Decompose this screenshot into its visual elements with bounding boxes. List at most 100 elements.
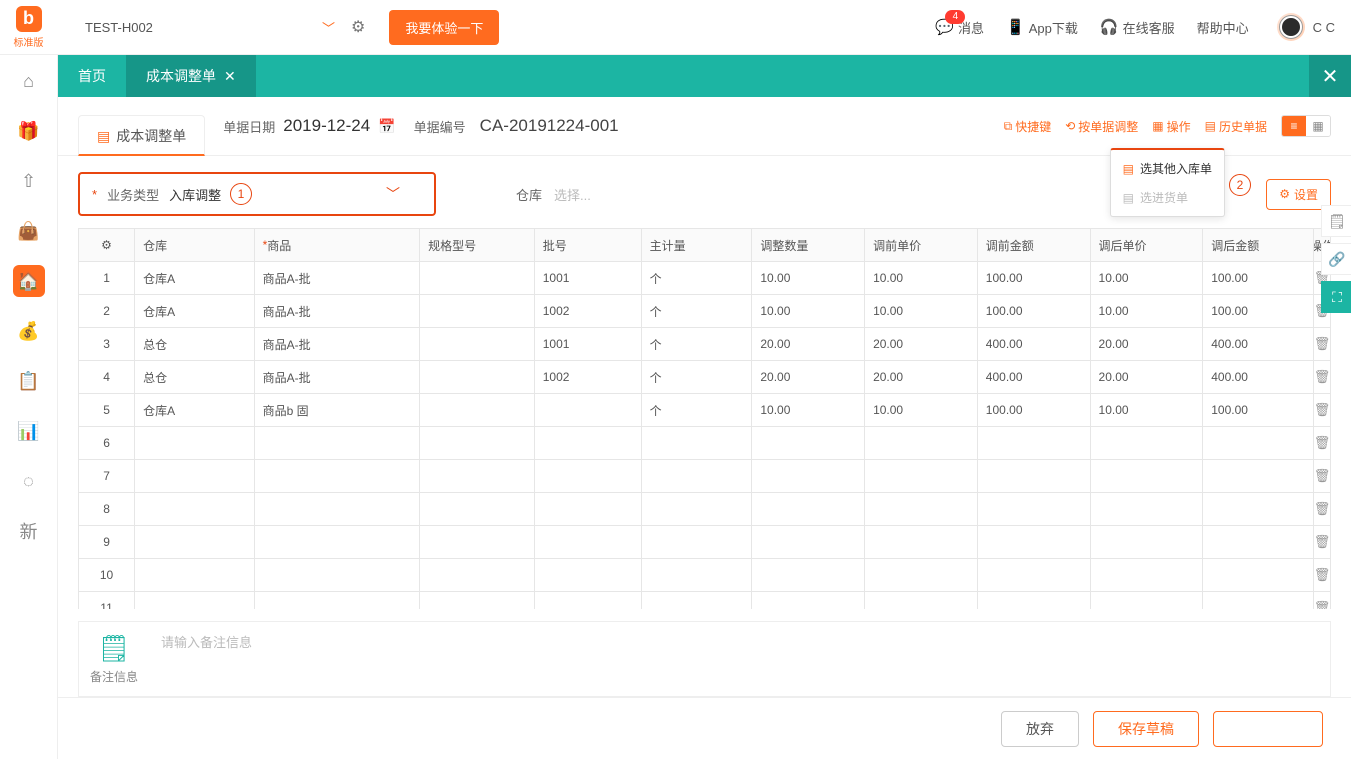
cell-spec[interactable] bbox=[420, 559, 535, 591]
cell-batch[interactable]: 1001 bbox=[535, 262, 642, 294]
cell-spec[interactable] bbox=[420, 361, 535, 393]
cell-post-up[interactable] bbox=[1091, 526, 1204, 558]
cell-warehouse[interactable]: 仓库A bbox=[135, 394, 255, 426]
cell-spec[interactable] bbox=[420, 460, 535, 492]
view-toggle[interactable]: ≡ ▦ bbox=[1281, 115, 1331, 137]
tab-cost-adjust[interactable]: 成本调整单 ✕ bbox=[126, 55, 256, 97]
cell-product[interactable] bbox=[255, 493, 420, 525]
cell-batch[interactable] bbox=[535, 592, 642, 609]
cell-spec[interactable] bbox=[420, 295, 535, 327]
warehouse-select[interactable]: 仓库 选择... bbox=[516, 185, 591, 204]
cell-adj-qty[interactable]: 10.00 bbox=[752, 262, 865, 294]
cell-post-amt[interactable]: 400.00 bbox=[1203, 328, 1314, 360]
cell-spec[interactable] bbox=[420, 262, 535, 294]
cell-batch[interactable] bbox=[535, 493, 642, 525]
cell-unit[interactable] bbox=[642, 592, 753, 609]
document-tab[interactable]: ▤ 成本调整单 bbox=[78, 115, 205, 156]
cell-spec[interactable] bbox=[420, 427, 535, 459]
nav-clipboard-icon[interactable]: 📋 bbox=[13, 365, 45, 397]
cell-spec[interactable] bbox=[420, 493, 535, 525]
cell-adj-qty[interactable] bbox=[752, 559, 865, 591]
cell-post-up[interactable] bbox=[1091, 592, 1204, 609]
cell-warehouse[interactable] bbox=[135, 493, 255, 525]
trash-icon[interactable]: 🗑 bbox=[1314, 402, 1330, 418]
trash-icon[interactable]: 🗑 bbox=[1314, 369, 1330, 385]
cell-pre-amt[interactable]: 100.00 bbox=[978, 394, 1091, 426]
business-type-select[interactable]: * 业务类型 入库调整 1 ﹀ bbox=[78, 172, 436, 216]
cell-pre-amt[interactable]: 400.00 bbox=[978, 361, 1091, 393]
cell-product[interactable]: 商品A-批 bbox=[255, 262, 420, 294]
messages-link[interactable]: 💬 消息 4 bbox=[935, 18, 984, 37]
cell-pre-amt[interactable] bbox=[978, 427, 1091, 459]
cell-unit[interactable]: 个 bbox=[642, 361, 753, 393]
cell-batch[interactable]: 1001 bbox=[535, 328, 642, 360]
cell-unit[interactable]: 个 bbox=[642, 394, 753, 426]
cell-unit[interactable] bbox=[642, 427, 753, 459]
cell-spec[interactable] bbox=[420, 526, 535, 558]
cell-pre-up[interactable]: 10.00 bbox=[865, 394, 978, 426]
cell-spec[interactable] bbox=[420, 592, 535, 609]
cell-unit[interactable] bbox=[642, 493, 753, 525]
cell-pre-amt[interactable]: 400.00 bbox=[978, 328, 1091, 360]
cell-batch[interactable] bbox=[535, 394, 642, 426]
bill-date-value[interactable]: 2019-12-24 bbox=[283, 116, 370, 136]
app-download-link[interactable]: 📱 App下载 bbox=[1006, 18, 1078, 37]
cell-post-up[interactable] bbox=[1091, 427, 1204, 459]
operate-link[interactable]: ▦操作 bbox=[1152, 118, 1190, 135]
cell-warehouse[interactable] bbox=[135, 427, 255, 459]
cell-unit[interactable]: 个 bbox=[642, 262, 753, 294]
rail-link-icon[interactable]: 🔗 bbox=[1321, 243, 1351, 275]
hotkey-link[interactable]: ⧉快捷键 bbox=[1004, 118, 1052, 135]
cell-product[interactable] bbox=[255, 427, 420, 459]
cell-post-amt[interactable]: 100.00 bbox=[1203, 394, 1314, 426]
cell-product[interactable]: 商品A-批 bbox=[255, 295, 420, 327]
cell-post-up[interactable] bbox=[1091, 559, 1204, 591]
cell-adj-qty[interactable] bbox=[752, 460, 865, 492]
online-service-link[interactable]: 🎧 在线客服 bbox=[1100, 18, 1175, 37]
cell-post-amt[interactable]: 400.00 bbox=[1203, 361, 1314, 393]
cell-pre-up[interactable]: 20.00 bbox=[865, 328, 978, 360]
cell-product[interactable]: 商品A-批 bbox=[255, 361, 420, 393]
nav-home-icon[interactable]: ⌂ bbox=[13, 65, 45, 97]
tab-bar-close-icon[interactable]: ✕ bbox=[1309, 55, 1351, 97]
by-bill-link[interactable]: ⟲按单据调整 bbox=[1065, 118, 1138, 135]
nav-loading-icon[interactable]: ◌ bbox=[13, 465, 45, 497]
cell-product[interactable] bbox=[255, 460, 420, 492]
table-row[interactable]: 1仓库A商品A-批1001个10.0010.00100.0010.00100.0… bbox=[79, 262, 1330, 295]
trash-icon[interactable]: 🗑 bbox=[1314, 567, 1330, 583]
nav-money-icon[interactable]: 💰 bbox=[13, 315, 45, 347]
table-row[interactable]: 2仓库A商品A-批1002个10.0010.00100.0010.00100.0… bbox=[79, 295, 1330, 328]
cell-warehouse[interactable]: 仓库A bbox=[135, 295, 255, 327]
trash-icon[interactable]: 🗑 bbox=[1314, 468, 1330, 484]
remark-input[interactable]: 请输入备注信息 bbox=[149, 622, 1330, 696]
cell-pre-up[interactable] bbox=[865, 460, 978, 492]
cell-product[interactable] bbox=[255, 559, 420, 591]
nav-warehouse-icon[interactable]: 🏠 bbox=[13, 265, 45, 297]
shop-selector[interactable]: TEST-H002 ﹀ bbox=[77, 13, 343, 41]
nav-report-icon[interactable]: 📊 bbox=[13, 415, 45, 447]
table-row[interactable]: 5仓库A商品b 固个10.0010.00100.0010.00100.00🗑 bbox=[79, 394, 1330, 427]
nav-bag-icon[interactable]: 👜 bbox=[13, 215, 45, 247]
cell-pre-up[interactable] bbox=[865, 592, 978, 609]
cell-warehouse[interactable] bbox=[135, 526, 255, 558]
tab-home[interactable]: 首页 bbox=[58, 55, 126, 97]
dropdown-option-other-inbound[interactable]: ▤ 选其他入库单 bbox=[1111, 154, 1224, 183]
cell-post-amt[interactable] bbox=[1203, 427, 1314, 459]
table-row[interactable]: 9🗑 bbox=[79, 526, 1330, 559]
nav-gift-icon[interactable]: 🎁 bbox=[13, 115, 45, 147]
cell-warehouse[interactable]: 仓库A bbox=[135, 262, 255, 294]
help-center-link[interactable]: 帮助中心 bbox=[1197, 18, 1249, 37]
cell-pre-amt[interactable] bbox=[978, 526, 1091, 558]
cell-warehouse[interactable] bbox=[135, 592, 255, 609]
cell-adj-qty[interactable] bbox=[752, 427, 865, 459]
cell-pre-amt[interactable] bbox=[978, 592, 1091, 609]
cell-adj-qty[interactable] bbox=[752, 526, 865, 558]
trash-icon[interactable]: 🗑 bbox=[1314, 600, 1330, 609]
table-row[interactable]: 3总仓商品A-批1001个20.0020.00400.0020.00400.00… bbox=[79, 328, 1330, 361]
cell-pre-up[interactable] bbox=[865, 427, 978, 459]
cell-unit[interactable] bbox=[642, 460, 753, 492]
cell-warehouse[interactable]: 总仓 bbox=[135, 361, 255, 393]
cell-adj-qty[interactable]: 20.00 bbox=[752, 361, 865, 393]
save-button[interactable]: 保存 ▾ bbox=[1213, 711, 1323, 747]
rail-note-icon[interactable]: 🗒 bbox=[1321, 205, 1351, 237]
